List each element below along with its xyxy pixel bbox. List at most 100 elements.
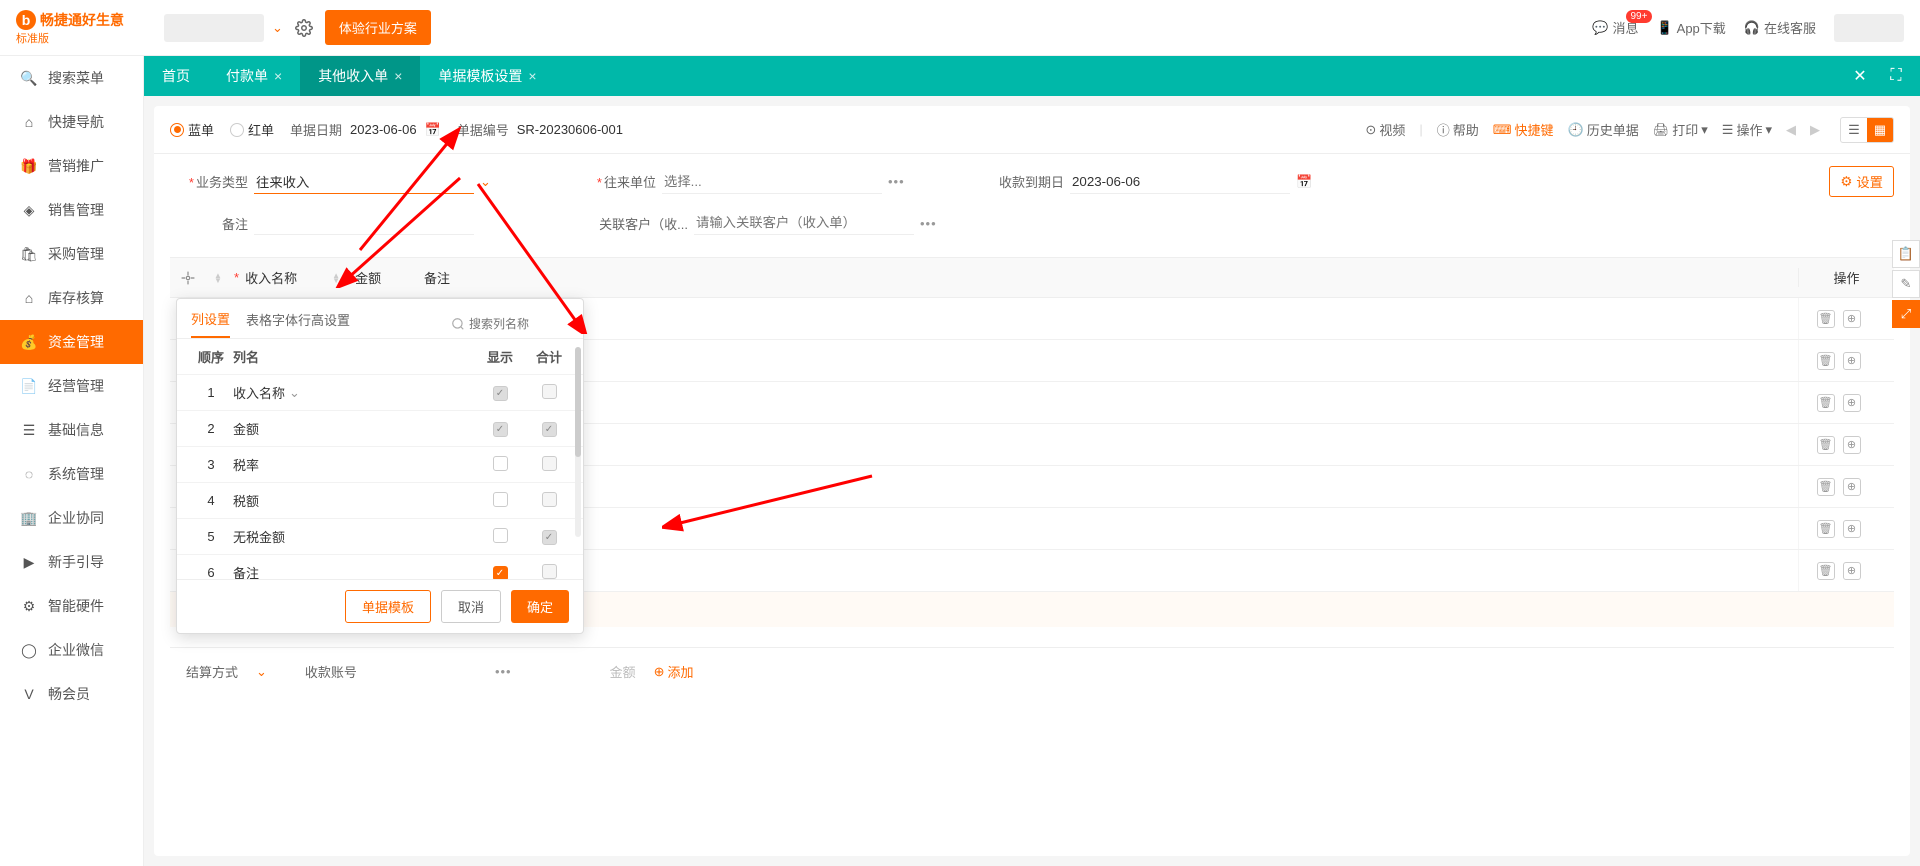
popup-search-input[interactable] <box>469 317 569 331</box>
delete-row-icon[interactable]: 🗑 <box>1817 520 1835 538</box>
doc-date-value[interactable]: 2023-06-06 <box>350 122 417 137</box>
sidebar-item-nav[interactable]: ⌂快捷导航 <box>0 100 143 144</box>
copy-row-icon[interactable]: ⊕ <box>1843 520 1861 538</box>
delete-row-icon[interactable]: 🗑 <box>1817 478 1835 496</box>
shortcut-button[interactable]: ⌨ 快捷键 <box>1493 120 1554 139</box>
popup-tab-col-settings[interactable]: 列设置 <box>191 309 230 338</box>
rel-cust-input[interactable] <box>694 211 914 235</box>
tab-2[interactable]: 其他收入单× <box>300 56 420 96</box>
popup-row[interactable]: 3 税率 <box>177 447 583 483</box>
sidebar-item-wx[interactable]: ◯企业微信 <box>0 628 143 672</box>
view-card-button[interactable]: ▦ <box>1867 118 1893 142</box>
party-input[interactable] <box>662 170 882 194</box>
more-icon[interactable]: ••• <box>888 174 905 189</box>
sidebar-item-guide[interactable]: ▶新手引导 <box>0 540 143 584</box>
chevron-down-icon[interactable]: ⌄ <box>480 174 491 190</box>
sidebar-item-search[interactable]: 🔍搜索菜单 <box>0 56 143 100</box>
more-icon[interactable]: ••• <box>920 216 937 231</box>
popup-row[interactable]: 5 无税金额 ✓ <box>177 519 583 555</box>
sidebar-item-vip[interactable]: V畅会员 <box>0 672 143 716</box>
checkbox[interactable] <box>493 492 508 507</box>
popup-row[interactable]: 6 备注 ✓ <box>177 555 583 579</box>
sidebar-item-hw[interactable]: ⚙智能硬件 <box>0 584 143 628</box>
print-button[interactable]: 🖨 打印 ▾ <box>1653 120 1708 139</box>
sidebar-item-corp[interactable]: 🏢企业协同 <box>0 496 143 540</box>
view-list-button[interactable]: ☰ <box>1841 118 1867 142</box>
app-download-button[interactable]: 📱 App下载 <box>1656 18 1725 37</box>
col-remark[interactable]: 备注 <box>416 268 1798 287</box>
template-button[interactable]: 单据模板 <box>345 590 431 623</box>
delete-row-icon[interactable]: 🗑 <box>1817 352 1835 370</box>
add-button[interactable]: ⊕ 添加 <box>654 662 694 681</box>
tab-close-icon[interactable]: × <box>274 68 282 84</box>
account-dropdown[interactable]: ⌄ <box>164 14 283 42</box>
float-edit-button[interactable]: ✎ <box>1892 270 1920 298</box>
col-income-name[interactable]: ▲▼ *收入名称 <box>206 268 316 287</box>
checkbox[interactable] <box>493 456 508 471</box>
chevron-down-icon[interactable]: ⌄ <box>289 385 300 401</box>
settings-button[interactable]: ⚙ 设置 <box>1829 166 1894 197</box>
tab-close-icon[interactable]: × <box>528 68 536 84</box>
popup-row[interactable]: 4 税额 <box>177 483 583 519</box>
sidebar-item-biz[interactable]: 📄经营管理 <box>0 364 143 408</box>
calendar-icon[interactable]: 📅 <box>1296 174 1312 190</box>
popup-tab-font-height[interactable]: 表格字体行高设置 <box>246 310 350 337</box>
message-button[interactable]: 💬 消息 99+ <box>1592 18 1638 37</box>
popup-row[interactable]: 1 收入名称 ⌄ ✓ <box>177 375 583 411</box>
float-expand-button[interactable]: ⤢ <box>1892 300 1920 328</box>
copy-row-icon[interactable]: ⊕ <box>1843 562 1861 580</box>
popup-scrollbar[interactable] <box>575 347 581 537</box>
radio-red[interactable]: 红单 <box>230 120 274 139</box>
tab-3[interactable]: 单据模板设置× <box>420 56 554 96</box>
sidebar-item-money[interactable]: 💰资金管理 <box>0 320 143 364</box>
sort-icon[interactable]: ▲▼ <box>214 273 230 283</box>
radio-blue[interactable]: 蓝单 <box>170 120 214 139</box>
delete-row-icon[interactable]: 🗑 <box>1817 562 1835 580</box>
fullscreen-button[interactable]: ⛶ <box>1882 62 1910 90</box>
sidebar-item-sale[interactable]: ◈销售管理 <box>0 188 143 232</box>
due-date-input[interactable] <box>1070 170 1290 194</box>
tab-close-icon[interactable]: × <box>394 68 402 84</box>
sidebar-item-base[interactable]: ☰基础信息 <box>0 408 143 452</box>
close-all-tabs-button[interactable]: ✕ <box>1846 62 1874 90</box>
sidebar-item-stock[interactable]: ⌂库存核算 <box>0 276 143 320</box>
biz-type-input[interactable] <box>254 170 474 194</box>
sidebar-item-sys[interactable]: ◌系统管理 <box>0 452 143 496</box>
copy-row-icon[interactable]: ⊕ <box>1843 436 1861 454</box>
more-icon[interactable]: ••• <box>495 664 512 679</box>
copy-row-icon[interactable]: ⊕ <box>1843 394 1861 412</box>
history-button[interactable]: 🕘 历史单据 <box>1568 120 1639 139</box>
user-avatar[interactable] <box>1834 14 1904 42</box>
col-amount[interactable]: ▲▼ *金额 <box>316 268 416 287</box>
float-note-button[interactable]: 📋 <box>1892 240 1920 268</box>
prev-button[interactable]: ◀ <box>1786 122 1796 138</box>
calendar-icon[interactable]: 📅 <box>425 122 441 138</box>
delete-row-icon[interactable]: 🗑 <box>1817 310 1835 328</box>
video-button[interactable]: ⊙ 视频 <box>1365 120 1405 139</box>
sort-icon[interactable]: ▲▼ <box>324 273 340 283</box>
delete-row-icon[interactable]: 🗑 <box>1817 436 1835 454</box>
try-plan-button[interactable]: 体验行业方案 <box>325 10 431 45</box>
copy-row-icon[interactable]: ⊕ <box>1843 478 1861 496</box>
checkbox-checked[interactable]: ✓ <box>493 566 508 579</box>
tab-1[interactable]: 付款单× <box>208 56 300 96</box>
copy-row-icon[interactable]: ⊕ <box>1843 352 1861 370</box>
tab-0[interactable]: 首页 <box>144 56 208 96</box>
column-settings-button[interactable] <box>170 271 206 285</box>
gear-icon[interactable] <box>295 19 313 37</box>
online-service-button[interactable]: 🎧 在线客服 <box>1744 18 1816 37</box>
help-button[interactable]: ⓘ 帮助 <box>1437 120 1479 139</box>
sidebar-item-cart[interactable]: 🛍采购管理 <box>0 232 143 276</box>
cancel-button[interactable]: 取消 <box>441 590 501 623</box>
next-button[interactable]: ▶ <box>1810 122 1820 138</box>
delete-row-icon[interactable]: 🗑 <box>1817 394 1835 412</box>
operate-button[interactable]: ☰ 操作 ▾ <box>1722 120 1772 139</box>
confirm-button[interactable]: 确定 <box>511 590 569 623</box>
checkbox[interactable] <box>493 528 508 543</box>
copy-row-icon[interactable]: ⊕ <box>1843 310 1861 328</box>
sidebar-item-label: 企业微信 <box>48 640 104 660</box>
popup-row[interactable]: 2 金额 ✓ ✓ <box>177 411 583 447</box>
sidebar-item-gift[interactable]: 🎁营销推广 <box>0 144 143 188</box>
remark-input[interactable] <box>254 211 474 235</box>
chevron-down-icon[interactable]: ⌄ <box>256 664 267 680</box>
